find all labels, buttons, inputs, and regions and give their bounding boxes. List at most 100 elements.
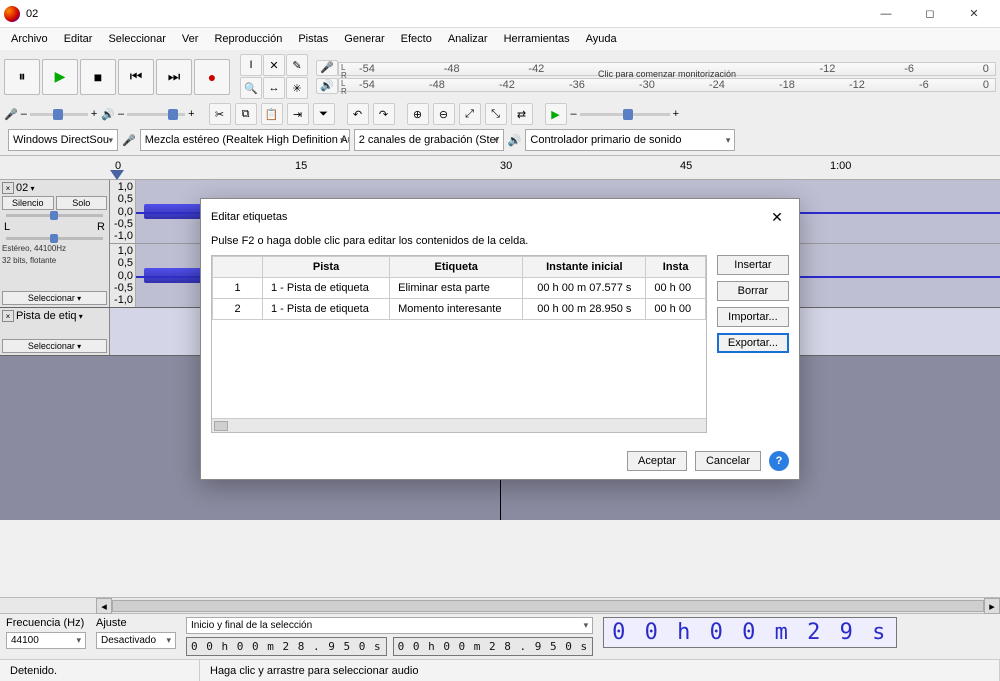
zoom-tool[interactable]: 🔍 — [240, 77, 262, 99]
playback-volume-slider[interactable]: 🔊–+ — [101, 108, 194, 121]
menu-pistas[interactable]: Pistas — [291, 31, 335, 47]
help-icon[interactable]: ? — [769, 451, 789, 471]
playback-speed-slider[interactable]: –+ — [571, 108, 680, 120]
dialog-close-button[interactable]: ✕ — [765, 205, 789, 229]
close-button[interactable]: ✕ — [952, 0, 996, 28]
vertical-scale: 1,00,50,0-0,5-1,0 — [110, 244, 136, 307]
multi-tool[interactable]: ✳ — [286, 77, 308, 99]
audio-position-time[interactable]: 0 0 h 0 0 m 2 9 s — [603, 617, 897, 648]
play-at-speed-button[interactable]: ▶ — [545, 103, 567, 125]
skip-end-button[interactable]: ⏭ — [156, 59, 192, 95]
pan-slider[interactable] — [6, 237, 103, 240]
stop-button[interactable]: ■ — [80, 59, 116, 95]
menu-seleccionar[interactable]: Seleccionar — [101, 31, 172, 47]
timeline-ruler[interactable]: 0 15 30 45 1:00 — [0, 156, 1000, 180]
recording-volume-slider[interactable]: 🎤–+ — [4, 108, 97, 121]
playback-meter[interactable]: LR -54-48-42-36-30-24-18-12-60 — [338, 78, 996, 92]
table-row[interactable]: 1 1 - Pista de etiqueta Eliminar esta pa… — [213, 278, 706, 299]
track-select-button[interactable]: Seleccionar — [2, 339, 107, 353]
mute-button[interactable]: Silencio — [2, 196, 54, 210]
track-select-button[interactable]: Seleccionar — [2, 291, 107, 305]
table-hscrollbar[interactable] — [212, 418, 706, 432]
menubar: Archivo Editar Seleccionar Ver Reproducc… — [0, 28, 1000, 50]
record-button[interactable]: ● — [194, 59, 230, 95]
scroll-left-arrow[interactable]: ◂ — [96, 598, 112, 614]
track-close-button[interactable]: × — [2, 310, 14, 322]
selection-end-time[interactable]: 0 0 h 0 0 m 2 8 . 9 5 0 s — [393, 637, 594, 656]
status-state: Detenido. — [0, 660, 200, 681]
audio-host-select[interactable]: Windows DirectSou — [8, 129, 118, 151]
fit-project-button[interactable]: ⤡ — [485, 103, 507, 125]
ok-button[interactable]: Aceptar — [627, 451, 687, 471]
project-rate-select[interactable]: 44100 — [6, 632, 86, 649]
zoom-out-button[interactable]: ⊖ — [433, 103, 455, 125]
labels-table: Pista Etiqueta Instante inicial Insta 1 … — [211, 255, 707, 433]
selection-start-time[interactable]: 0 0 h 0 0 m 2 8 . 9 5 0 s — [186, 637, 387, 656]
delete-button[interactable]: Borrar — [717, 281, 789, 301]
minimize-button[interactable]: — — [864, 0, 908, 28]
menu-ayuda[interactable]: Ayuda — [579, 31, 624, 47]
envelope-tool[interactable]: ✕ — [263, 54, 285, 76]
cancel-button[interactable]: Cancelar — [695, 451, 761, 471]
trim-button[interactable]: ⇥ — [287, 103, 309, 125]
timeshift-tool[interactable]: ↔ — [263, 77, 285, 99]
table-row[interactable]: 2 1 - Pista de etiqueta Momento interesa… — [213, 299, 706, 320]
maximize-button[interactable]: ◻ — [908, 0, 952, 28]
selection-tool[interactable]: I — [240, 54, 262, 76]
col-instante-final[interactable]: Insta — [646, 257, 705, 278]
play-button[interactable]: ▶ — [42, 59, 78, 95]
horizontal-scrollbar[interactable]: ◂ ▸ — [0, 597, 1000, 613]
col-etiqueta[interactable]: Etiqueta — [390, 257, 523, 278]
draw-tool[interactable]: ✎ — [286, 54, 308, 76]
track-close-button[interactable]: × — [2, 182, 14, 194]
transport-toolbar: ⏸ ▶ ■ ⏮ ⏭ ● — [4, 59, 230, 95]
menu-editar[interactable]: Editar — [57, 31, 100, 47]
col-pista[interactable]: Pista — [263, 257, 390, 278]
speaker-icon: 🔊 — [508, 134, 522, 147]
snap-select[interactable]: Desactivado — [96, 632, 176, 649]
frequency-label: Frecuencia (Hz) — [6, 617, 86, 629]
rec-meter-mic-icon: 🎤 — [316, 60, 338, 76]
menu-ver[interactable]: Ver — [175, 31, 206, 47]
copy-button[interactable]: ⧉ — [235, 103, 257, 125]
pause-button[interactable]: ⏸ — [4, 59, 40, 95]
scroll-right-arrow[interactable]: ▸ — [984, 598, 1000, 614]
col-instante-inicial[interactable]: Instante inicial — [523, 257, 646, 278]
menu-generar[interactable]: Generar — [337, 31, 391, 47]
cut-button[interactable]: ✂ — [209, 103, 231, 125]
menu-herramientas[interactable]: Herramientas — [497, 31, 577, 47]
menu-reproduccion[interactable]: Reproducción — [207, 31, 289, 47]
zoom-in-button[interactable]: ⊕ — [407, 103, 429, 125]
menu-analizar[interactable]: Analizar — [441, 31, 495, 47]
skip-start-button[interactable]: ⏮ — [118, 59, 154, 95]
export-button[interactable]: Exportar... — [717, 333, 789, 353]
recording-channels-select[interactable]: 2 canales de grabación (Ster — [354, 129, 504, 151]
label-track-name[interactable]: Pista de etiq — [16, 310, 83, 322]
insert-button[interactable]: Insertar — [717, 255, 789, 275]
titlebar: 02 — ◻ ✕ — [0, 0, 1000, 28]
fit-selection-button[interactable]: ⤢ — [459, 103, 481, 125]
mic-icon: 🎤 — [122, 134, 136, 147]
undo-button[interactable]: ↶ — [347, 103, 369, 125]
status-hint: Haga clic y arrastre para seleccionar au… — [200, 660, 1000, 681]
zoom-toggle-button[interactable]: ⇄ — [511, 103, 533, 125]
selection-toolbar: Frecuencia (Hz) 44100 Ajuste Desactivado… — [0, 613, 1000, 659]
device-toolbar: Windows DirectSou 🎤 Mezcla estéreo (Real… — [4, 127, 996, 153]
track-name-dropdown[interactable]: 02 — [16, 182, 35, 194]
menu-archivo[interactable]: Archivo — [4, 31, 55, 47]
playback-device-select[interactable]: Controlador primario de sonido — [525, 129, 735, 151]
vertical-scale: 1,00,50,0-0,5-1,0 — [110, 180, 136, 243]
track-control-panel: ×02 SilencioSolo LR Estéreo, 44100Hz 32 … — [0, 180, 110, 307]
solo-button[interactable]: Solo — [56, 196, 108, 210]
recording-device-select[interactable]: Mezcla estéreo (Realtek High Definition … — [140, 129, 350, 151]
status-bar: Detenido. Haga clic y arrastre para sele… — [0, 659, 1000, 681]
selection-mode-select[interactable]: Inicio y final de la selección — [186, 617, 593, 634]
silence-button[interactable]: ⏷ — [313, 103, 335, 125]
import-button[interactable]: Importar... — [717, 307, 789, 327]
gain-slider[interactable] — [6, 214, 103, 217]
menu-efecto[interactable]: Efecto — [394, 31, 439, 47]
edit-labels-dialog: Editar etiquetas ✕ Pulse F2 o haga doble… — [200, 198, 800, 480]
paste-button[interactable]: 📋 — [261, 103, 283, 125]
recording-meter[interactable]: LR Clic para comenzar monitorización -54… — [338, 62, 996, 76]
redo-button[interactable]: ↷ — [373, 103, 395, 125]
